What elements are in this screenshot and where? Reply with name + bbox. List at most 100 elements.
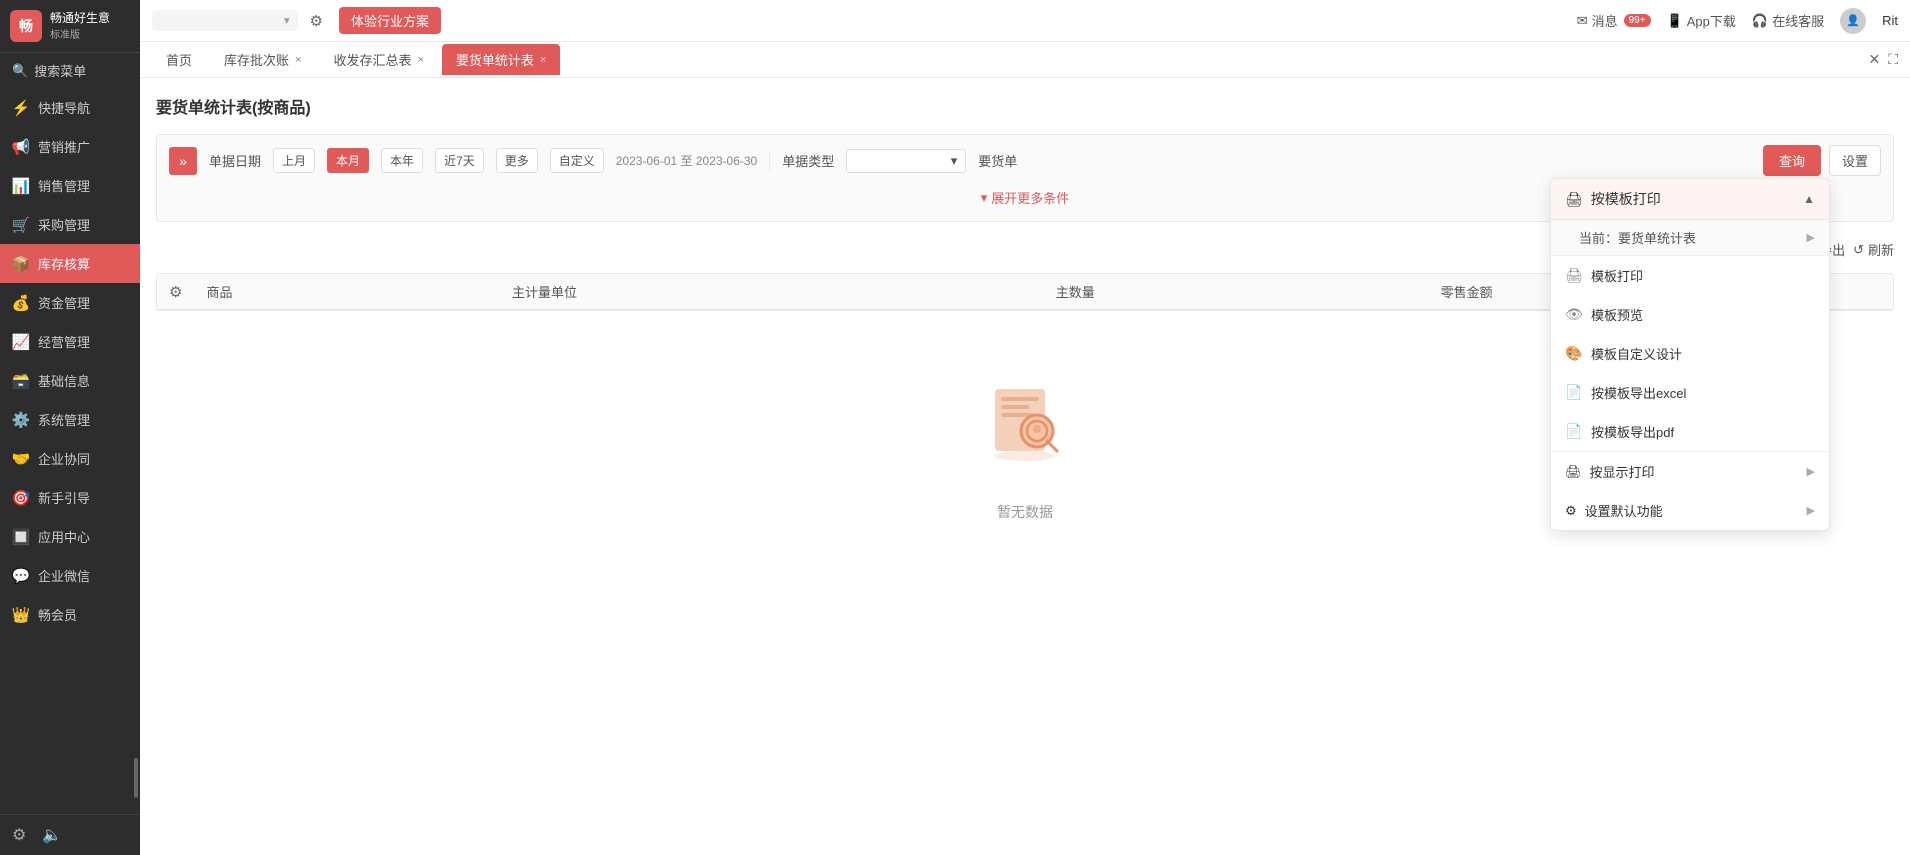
sidebar-logo: 畅 畅通好生意 标准版	[0, 0, 140, 53]
close-window-icon[interactable]: ✕	[1868, 51, 1880, 68]
settings-footer-icon[interactable]: ⚙	[12, 825, 26, 845]
user-avatar[interactable]: 👤	[1840, 8, 1866, 34]
finance-icon: 💰	[12, 294, 30, 312]
print-dropdown-item-template-excel[interactable]: 📄 按模板导出excel	[1551, 373, 1829, 412]
page-title: 要货单统计表(按商品)	[156, 94, 1894, 118]
tabs-bar: 首页 库存批次账 × 收发存汇总表 × 要货单统计表 × ✕ ⛶	[140, 42, 1910, 78]
apps-icon: 🔲	[12, 528, 30, 546]
search-icon: 🔍	[12, 63, 28, 79]
template-excel-icon: 📄	[1565, 384, 1583, 401]
app-logo-icon: 畅	[10, 10, 42, 42]
tab-receipt-summary-close[interactable]: ×	[417, 54, 423, 66]
sound-footer-icon[interactable]: 🔈	[42, 825, 62, 845]
type-filter-label: 单据类型	[782, 151, 834, 170]
messages-item[interactable]: ✉ 消息 99+	[1577, 11, 1651, 30]
marketing-icon: 📢	[12, 138, 30, 156]
sidebar-item-operation[interactable]: 📈 经营管理	[0, 322, 140, 361]
system-icon: ⚙️	[12, 411, 30, 429]
main-area: ▾ ⚙ 体验行业方案 ✉ 消息 99+ 📱 App下载 🎧 在线客服 👤 Rit…	[140, 0, 1910, 855]
filter-divider	[769, 151, 770, 171]
refresh-btn[interactable]: ↺ 刷新	[1853, 240, 1894, 259]
online-service-item[interactable]: 🎧 在线客服	[1752, 11, 1824, 30]
print-dropdown-icon: 🖨	[1565, 191, 1583, 208]
sidebar-item-collab[interactable]: 🤝 企业协同	[0, 439, 140, 478]
col-unit: 主计量单位	[500, 274, 1044, 310]
sidebar-item-marketing[interactable]: 📢 营销推广	[0, 127, 140, 166]
print-dropdown-item-template-print[interactable]: 🖨 模板打印	[1551, 256, 1829, 295]
print-dropdown-header[interactable]: 🖨 按模板打印 ▲	[1551, 179, 1829, 220]
quick-nav-icon: ⚡	[12, 99, 30, 117]
trial-btn[interactable]: 体验行业方案	[339, 7, 441, 34]
topbar-search-input[interactable]	[160, 13, 280, 28]
topbar-dropdown-icon[interactable]: ▾	[284, 14, 290, 27]
print-dropdown-item-template-design[interactable]: 🎨 模板自定义设计	[1551, 334, 1829, 373]
tab-order-stats[interactable]: 要货单统计表 ×	[442, 44, 560, 75]
sidebar-item-finance[interactable]: 💰 资金管理	[0, 283, 140, 322]
print-dropdown-item-template-preview[interactable]: 👁 模板预览	[1551, 295, 1829, 334]
topbar-search-wrap[interactable]: ▾	[152, 10, 298, 31]
tab-home[interactable]: 首页	[152, 44, 206, 75]
expand-window-icon[interactable]: ⛶	[1888, 51, 1898, 68]
template-preview-icon: 👁	[1565, 306, 1583, 323]
app-download-item[interactable]: 📱 App下载	[1667, 11, 1736, 30]
print-dropdown-sub-display[interactable]: 🖨 按显示打印 ▶	[1551, 452, 1829, 491]
type-filter-select[interactable]: ▾	[846, 149, 966, 173]
print-dropdown-collapse-icon[interactable]: ▲	[1803, 192, 1815, 206]
sidebar-item-system[interactable]: ⚙️ 系统管理	[0, 400, 140, 439]
date-btn-7days[interactable]: 近7天	[435, 148, 484, 173]
user-name: Rit	[1882, 13, 1898, 28]
sidebar-item-member[interactable]: 👑 畅会员	[0, 595, 140, 634]
sidebar-item-inventory[interactable]: 📦 库存核算	[0, 244, 140, 283]
expand-more-btn[interactable]: ▾ 展开更多条件	[969, 184, 1082, 211]
app-download-icon: 📱	[1667, 13, 1683, 29]
purchase-icon: 🛒	[12, 216, 30, 234]
sidebar-item-sales[interactable]: 📊 销售管理	[0, 166, 140, 205]
col-qty: 主数量	[1044, 274, 1429, 310]
operation-icon: 📈	[12, 333, 30, 351]
print-dropdown-current[interactable]: 当前：要货单统计表 ▶	[1551, 220, 1829, 256]
service-icon: 🎧	[1752, 13, 1768, 29]
query-button[interactable]: 查询	[1763, 145, 1821, 176]
settings-button[interactable]: 设置	[1829, 145, 1881, 176]
print-dropdown-sub-default[interactable]: ⚙ 设置默认功能 ▶	[1551, 491, 1829, 530]
sidebar-item-guide[interactable]: 🎯 新手引导	[0, 478, 140, 517]
refresh-icon: ↺	[1853, 242, 1864, 258]
topbar-right: ✉ 消息 99+ 📱 App下载 🎧 在线客服 👤 Rit	[1577, 8, 1898, 34]
date-btn-this-month[interactable]: 本月	[327, 148, 369, 173]
table-settings-th[interactable]: ⚙	[157, 274, 194, 310]
date-btn-more[interactable]: 更多	[496, 148, 538, 173]
date-btn-prev-month[interactable]: 上月	[273, 148, 315, 173]
sidebar-item-apps[interactable]: 🔲 应用中心	[0, 517, 140, 556]
date-btn-this-year[interactable]: 本年	[381, 148, 423, 173]
basic-icon: 🗃️	[12, 372, 30, 390]
date-btn-custom[interactable]: 自定义	[550, 148, 604, 173]
tab-batch-account-close[interactable]: ×	[295, 54, 301, 66]
tab-order-stats-close[interactable]: ×	[540, 54, 546, 66]
display-print-left: 🖨 按显示打印	[1565, 462, 1655, 481]
topbar: ▾ ⚙ 体验行业方案 ✉ 消息 99+ 📱 App下载 🎧 在线客服 👤 Rit	[140, 0, 1910, 42]
sidebar-footer: ⚙ 🔈	[0, 814, 140, 855]
app-logo-text: 畅通好生意 标准版	[50, 11, 110, 42]
col-product: 商品	[194, 274, 500, 310]
table-settings-icon[interactable]: ⚙	[169, 284, 182, 301]
topbar-gear-icon[interactable]: ⚙	[310, 12, 323, 30]
content-area: 要货单统计表(按商品) » 单据日期 上月 本月 本年 近7天 更多 自定义 2…	[140, 78, 1910, 855]
print-dropdown-item-template-pdf[interactable]: 📄 按模板导出pdf	[1551, 412, 1829, 451]
template-design-icon: 🎨	[1565, 345, 1583, 362]
sidebar-item-quick-nav[interactable]: ⚡ 快捷导航	[0, 88, 140, 127]
sidebar-search[interactable]: 🔍 搜索菜单	[0, 53, 140, 88]
empty-icon	[975, 371, 1075, 490]
sidebar-item-purchase[interactable]: 🛒 采购管理	[0, 205, 140, 244]
sidebar-item-wechat[interactable]: 💬 企业微信	[0, 556, 140, 595]
date-range-display: 2023-06-01 至 2023-06-30	[616, 152, 757, 169]
expand-icon: ▾	[981, 190, 988, 206]
display-print-icon: 🖨	[1565, 464, 1582, 480]
default-setting-icon: ⚙	[1565, 503, 1577, 519]
tab-receipt-summary[interactable]: 收发存汇总表 ×	[319, 44, 437, 75]
sidebar-item-basic[interactable]: 🗃️ 基础信息	[0, 361, 140, 400]
filter-expand-icon[interactable]: »	[169, 147, 197, 175]
sidebar-nav: ⚡ 快捷导航 📢 营销推广 📊 销售管理 🛒 采购管理 📦 库存核算 💰 资金管…	[0, 88, 140, 754]
tab-batch-account[interactable]: 库存批次账 ×	[210, 44, 315, 75]
cargo-filter-label: 要货单	[978, 151, 1017, 170]
tabs-right-controls: ✕ ⛶	[1868, 51, 1898, 68]
